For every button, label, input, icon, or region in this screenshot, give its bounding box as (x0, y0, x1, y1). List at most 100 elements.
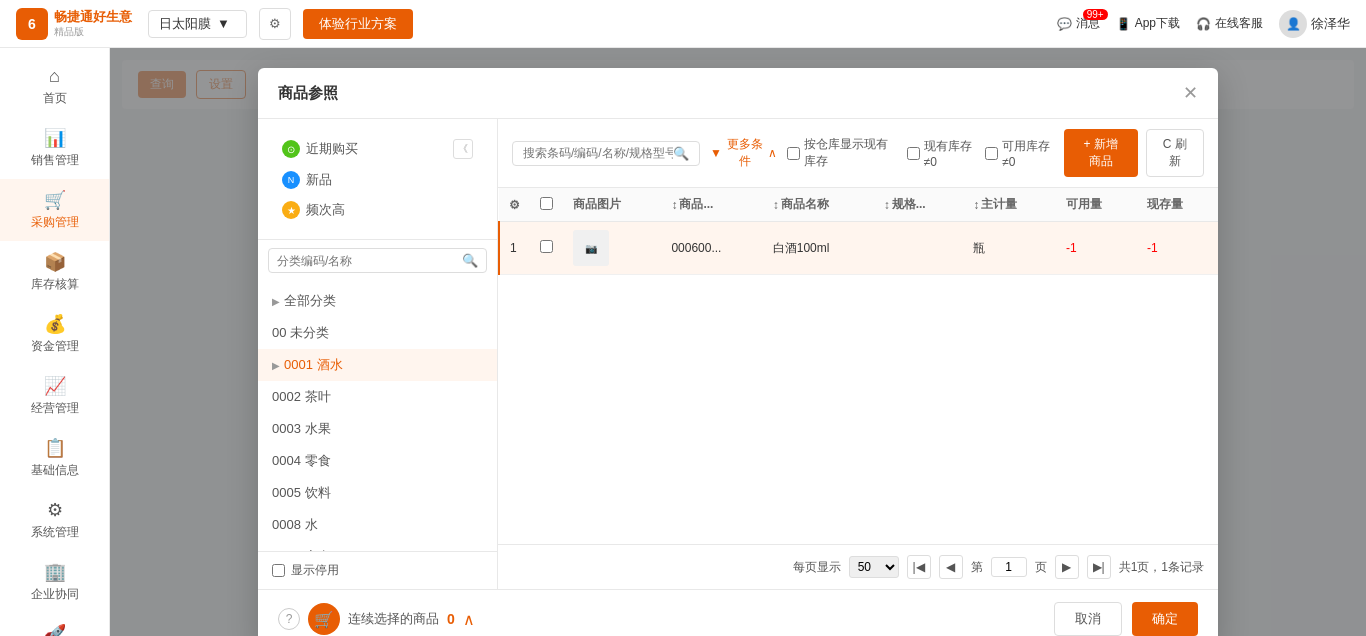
last-page-button[interactable]: ▶| (1087, 555, 1111, 579)
next-page-button[interactable]: ▶ (1055, 555, 1079, 579)
sidebar-item-inventory[interactable]: 📦 库存核算 (0, 241, 109, 303)
footer-buttons: 取消 确定 (1054, 602, 1198, 636)
filter-available-not-zero[interactable]: 可用库存≠0 (985, 138, 1054, 169)
add-product-button[interactable]: + 新增商品 (1064, 129, 1138, 177)
col-image: 商品图片 (563, 188, 661, 222)
sidebar-item-basic-info[interactable]: 📋 基础信息 (0, 427, 109, 489)
col-checkbox (530, 188, 563, 222)
cat-all[interactable]: ▶ 全部分类 (258, 285, 497, 317)
sidebar-item-home[interactable]: ⌂ 首页 (0, 56, 109, 117)
prev-page-button[interactable]: ◀ (939, 555, 963, 579)
modal-header: 商品参照 ✕ (258, 68, 1218, 119)
sidebar-item-guide[interactable]: 🚀 新手引导 (0, 613, 109, 636)
confirm-button[interactable]: 确定 (1132, 602, 1198, 636)
message-icon: 💬 (1057, 17, 1072, 31)
per-page-select[interactable]: 50 100 (849, 556, 899, 578)
sidebar: ⌂ 首页 📊 销售管理 🛒 采购管理 📦 库存核算 💰 资金管理 📈 经营管理 … (0, 48, 110, 636)
total-info: 共1页，1条记录 (1119, 559, 1204, 576)
cat-tea[interactable]: 0002 茶叶 (258, 381, 497, 413)
cell-stock: -1 (1137, 222, 1218, 275)
info-icon: 📋 (44, 437, 66, 459)
try-industry-button[interactable]: 体验行业方案 (303, 9, 413, 39)
col-name[interactable]: ↕ 商品名称 (763, 188, 874, 222)
sales-icon: 📊 (44, 127, 66, 149)
search-icon2: 🔍 (673, 146, 689, 161)
more-filters-button[interactable]: ▼ 更多条件 ∧ (710, 136, 777, 170)
row-checkbox[interactable] (540, 240, 553, 253)
action-buttons: + 新增商品 C 刷新 (1064, 129, 1204, 177)
category-search-input[interactable] (277, 254, 462, 268)
first-page-button[interactable]: |◀ (907, 555, 931, 579)
sidebar-item-system[interactable]: ⚙ 系统管理 (0, 489, 109, 551)
col-settings[interactable]: ⚙ (499, 188, 530, 222)
nav-selector[interactable]: 日太阳膜 ▼ (148, 10, 247, 38)
page-number-input[interactable] (991, 557, 1027, 577)
cat-appliances[interactable]: 0010 家电 (258, 541, 497, 551)
table-row[interactable]: 1 📷 000600... 白酒100ml 瓶 (499, 222, 1218, 275)
modal-footer: ? 🛒 连续选择的商品 0 ∧ 取消 确定 (258, 589, 1218, 636)
sidebar-item-sales[interactable]: 📊 销售管理 (0, 117, 109, 179)
cell-name: 白酒100ml (763, 222, 874, 275)
sidebar-item-finance[interactable]: 💰 资金管理 (0, 303, 109, 365)
freq-icon: ★ (282, 201, 300, 219)
operations-icon: 📈 (44, 375, 66, 397)
recent-icon: ⊙ (282, 140, 300, 158)
category-search-box[interactable]: 🔍 (268, 248, 487, 273)
recent-purchase-item[interactable]: ⊙ 近期购买 《 (268, 133, 487, 165)
cat-water[interactable]: 0008 水 (258, 509, 497, 541)
logo-icon: 6 (16, 8, 48, 40)
col-unit[interactable]: ↕ 主计量 (963, 188, 1056, 222)
product-search-box[interactable]: 🔍 (512, 141, 700, 166)
col-stock[interactable]: 现存量 (1137, 188, 1218, 222)
select-all-checkbox[interactable] (540, 197, 553, 210)
category-tree: ▶ 全部分类 00 未分类 ▶ 0001 酒水 0002 茶 (258, 281, 497, 551)
left-panel: ⊙ 近期购买 《 N 新品 ★ 频次高 (258, 119, 498, 589)
filter-by-warehouse[interactable]: 按仓库显示现有库存 (787, 136, 896, 170)
sidebar-item-operations[interactable]: 📈 经营管理 (0, 365, 109, 427)
cat-liquor[interactable]: ▶ 0001 酒水 (258, 349, 497, 381)
show-disabled-checkbox[interactable] (272, 564, 285, 577)
filter-stock-not-zero[interactable]: 现有库存≠0 (907, 138, 976, 169)
sidebar-item-purchase[interactable]: 🛒 采购管理 (0, 179, 109, 241)
headset-icon: 🎧 (1196, 17, 1211, 31)
col-code[interactable]: ↕ 商品... (661, 188, 762, 222)
cell-checkbox[interactable] (530, 222, 563, 275)
cat-fruit[interactable]: 0003 水果 (258, 413, 497, 445)
app-download-nav[interactable]: 📱 App下载 (1116, 15, 1180, 32)
available-checkbox[interactable] (985, 147, 998, 160)
user-area[interactable]: 👤 徐泽华 (1279, 10, 1350, 38)
cat-drinks[interactable]: 0005 饮料 (258, 477, 497, 509)
system-icon: ⚙ (47, 499, 63, 521)
product-table-area: ⚙ 商品图片 (498, 188, 1218, 544)
help-button[interactable]: ? (278, 608, 300, 630)
customer-service-nav[interactable]: 🎧 在线客服 (1196, 15, 1263, 32)
cat-snack[interactable]: 0004 零食 (258, 445, 497, 477)
pagination: 每页显示 50 100 |◀ ◀ 第 页 ▶ ▶| (498, 544, 1218, 589)
sidebar-item-enterprise[interactable]: 🏢 企业协同 (0, 551, 109, 613)
collapse-button[interactable]: 《 (453, 139, 473, 159)
col-spec[interactable]: ↕ 规格... (874, 188, 964, 222)
modal-close-button[interactable]: ✕ (1183, 82, 1198, 104)
settings-button[interactable]: ⚙ (259, 8, 291, 40)
filter-collapse-icon: ∧ (768, 146, 777, 160)
enterprise-icon: 🏢 (44, 561, 66, 583)
messages-nav[interactable]: 💬 消息 99+ (1057, 15, 1100, 32)
quick-items: ⊙ 近期购买 《 N 新品 ★ 频次高 (268, 129, 487, 229)
warehouse-checkbox[interactable] (787, 147, 800, 160)
logo-area: 6 畅捷通好生意 精品版 (16, 8, 132, 40)
cancel-button[interactable]: 取消 (1054, 602, 1122, 636)
stock-checkbox[interactable] (907, 147, 920, 160)
main-area: 查询 设置 商品参照 ✕ (110, 48, 1366, 636)
refresh-button[interactable]: C 刷新 (1146, 129, 1204, 177)
cart-collapse-button[interactable]: ∧ (463, 610, 475, 629)
cat-uncategorized[interactable]: 00 未分类 (258, 317, 497, 349)
modal-title: 商品参照 (278, 84, 338, 103)
product-search-input[interactable] (523, 146, 673, 160)
cart-icon[interactable]: 🛒 (308, 603, 340, 635)
right-panel: 🔍 ▼ 更多条件 ∧ 按仓库显示现有库存 (498, 119, 1218, 589)
freq-item[interactable]: ★ 频次高 (268, 195, 487, 225)
new-product-item[interactable]: N 新品 (268, 165, 487, 195)
cell-unit: 瓶 (963, 222, 1056, 275)
col-available[interactable]: 可用量 (1056, 188, 1137, 222)
cell-num: 1 (499, 222, 530, 275)
